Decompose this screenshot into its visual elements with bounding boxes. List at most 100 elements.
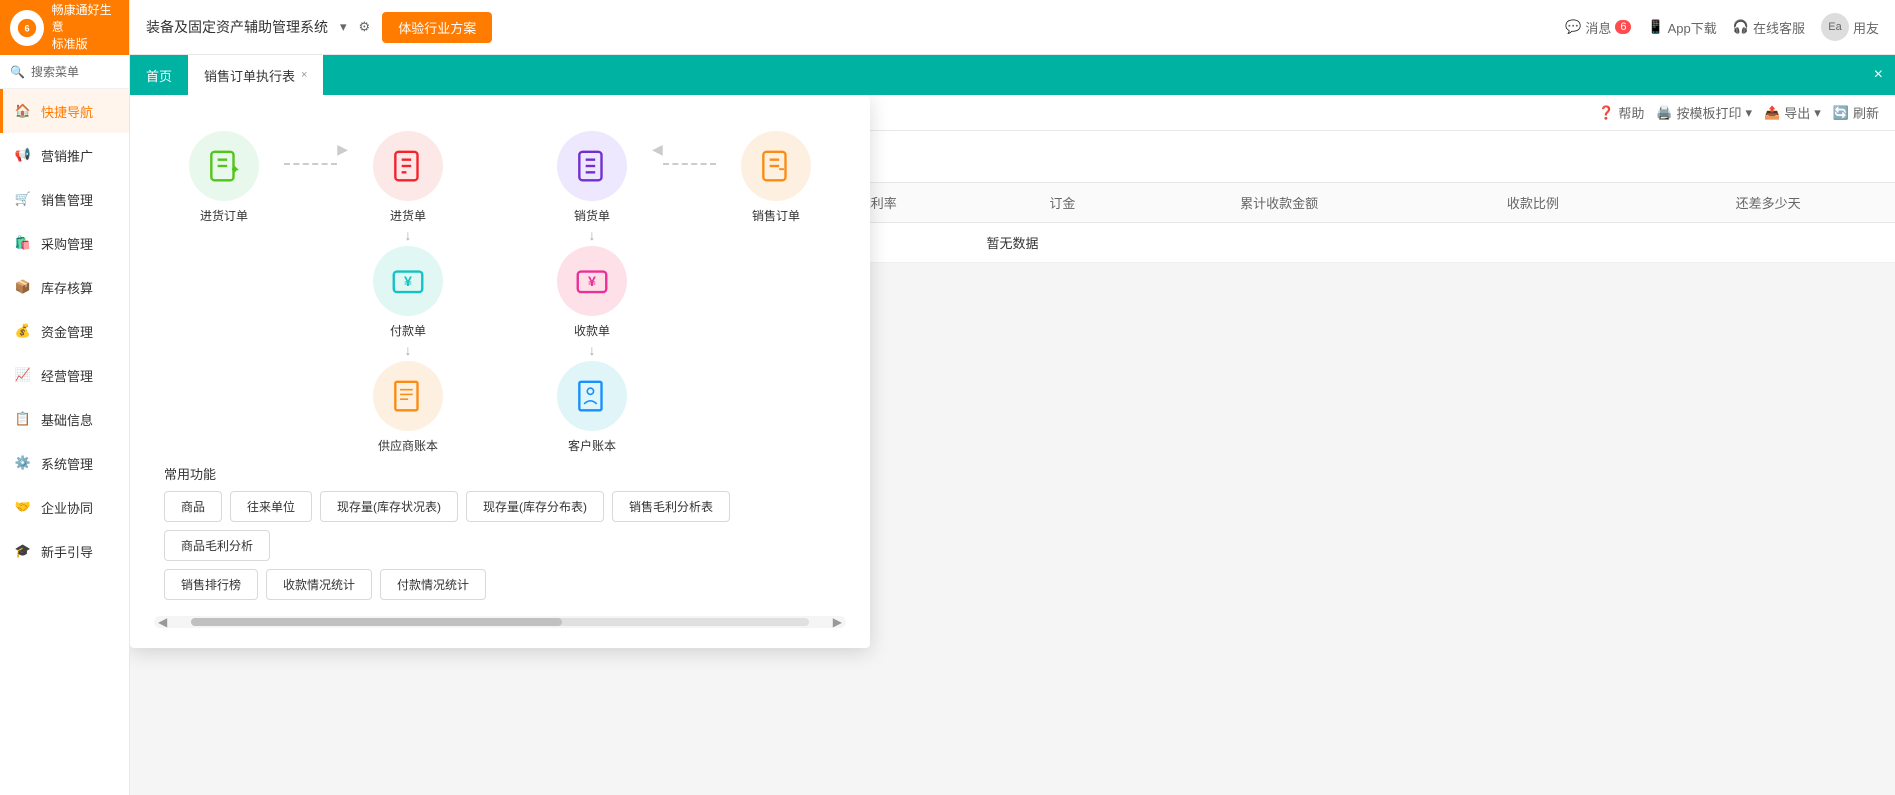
- flow-node-customer-ledger[interactable]: 客户账本: [532, 361, 652, 454]
- func-btn-receipt-stats[interactable]: 收款情况统计: [266, 569, 372, 600]
- scroll-left-arrow[interactable]: ◀: [154, 615, 171, 629]
- func-btn-contacts[interactable]: 往来单位: [230, 491, 312, 522]
- sales-order-circle: [741, 131, 811, 201]
- download-icon: 📱: [1647, 19, 1663, 35]
- sidebar-item-marketing[interactable]: 📢 营销推广: [0, 133, 129, 177]
- online-service-btn[interactable]: 🎧 在线客服: [1733, 18, 1805, 37]
- header-actions: 💬 消息 6 📱 App下载 🎧 在线客服 Ea 用友: [1565, 13, 1879, 41]
- function-buttons-row2: 销售排行榜 收款情况统计 付款情况统计: [164, 569, 836, 600]
- dropdown-arrow-icon: ▾: [340, 19, 347, 35]
- svg-text:6: 6: [24, 23, 29, 33]
- func-btn-sales-rank[interactable]: 销售排行榜: [164, 569, 258, 600]
- func-btn-sales-profit[interactable]: 销售毛利分析表: [612, 491, 730, 522]
- receipt-label: 收款单: [574, 322, 610, 339]
- flow-node-receipt[interactable]: ¥ 收款单: [532, 246, 652, 339]
- col-days-remaining: 还差多少天: [1641, 183, 1895, 223]
- function-buttons: 商品 往来单位 现存量(库存状况表) 现存量(库存分布表) 销售毛利分析表 商品…: [164, 491, 836, 561]
- col-deposit: 订金: [991, 183, 1134, 223]
- svg-text:¥: ¥: [404, 274, 412, 290]
- supplier-ledger-label: 供应商账本: [378, 437, 438, 454]
- sales-icon: 🛒: [13, 189, 33, 209]
- sidebar-item-inventory[interactable]: 📦 库存核算: [0, 265, 129, 309]
- help-icon: ❓: [1598, 105, 1614, 121]
- flow-node-purchase-bill[interactable]: 进货单: [348, 131, 468, 224]
- tab-sales-order[interactable]: 销售订单执行表 ×: [188, 55, 323, 95]
- customer-ledger-label: 客户账本: [568, 437, 616, 454]
- sidebar-item-guide[interactable]: 🎓 新手引导: [0, 529, 129, 573]
- tab-close-icon[interactable]: ×: [301, 69, 307, 81]
- guide-icon: 🎓: [13, 541, 33, 561]
- quick-nav-popup: 进货订单 ▶ 进货单: [130, 95, 870, 648]
- common-functions: 常用功能 商品 往来单位 现存量(库存状况表) 现存量(库存分布表) 销售毛利分…: [154, 454, 846, 600]
- down-arrow-sales: ↓: [589, 228, 596, 242]
- func-btn-payment-stats[interactable]: 付款情况统计: [380, 569, 486, 600]
- purchase-bill-label: 进货单: [390, 207, 426, 224]
- flow-row-1: 进货订单 ▶ 进货单: [164, 131, 836, 224]
- common-functions-title: 常用功能: [164, 464, 836, 483]
- payment-circle: ¥: [373, 246, 443, 316]
- popup-scrollbar[interactable]: ◀ ▶: [154, 616, 846, 628]
- down-arrow-purchase: ↓: [405, 228, 412, 242]
- purchase-order-circle: [189, 131, 259, 201]
- func-btn-stock-dist[interactable]: 现存量(库存分布表): [466, 491, 604, 522]
- system-dropdown[interactable]: ▾: [340, 19, 347, 35]
- sidebar-item-operations[interactable]: 📈 经营管理: [0, 353, 129, 397]
- message-btn[interactable]: 💬 消息 6: [1565, 18, 1631, 37]
- app-download-btn[interactable]: 📱 App下载: [1647, 18, 1716, 37]
- top-header: 装备及固定资产辅助管理系统 ▾ ⚙ 体验行业方案 💬 消息 6 📱 App下载 …: [130, 0, 1895, 55]
- sales-bill-circle: [557, 131, 627, 201]
- flow-node-purchase-order[interactable]: 进货订单: [164, 131, 284, 224]
- flow-node-sales-bill[interactable]: 销货单: [532, 131, 652, 224]
- refresh-btn[interactable]: 🔄 刷新: [1833, 103, 1879, 122]
- sidebar-item-enterprise[interactable]: 🤝 企业协同: [0, 485, 129, 529]
- func-btn-goods[interactable]: 商品: [164, 491, 222, 522]
- scrollbar-track: [191, 618, 809, 626]
- help-btn[interactable]: ❓ 帮助: [1598, 103, 1644, 122]
- func-btn-goods-profit[interactable]: 商品毛利分析: [164, 530, 270, 561]
- flow-row-5: 供应商账本 客户账本: [164, 361, 836, 454]
- func-btn-stock-status[interactable]: 现存量(库存状况表): [320, 491, 458, 522]
- purchase-bill-circle: [373, 131, 443, 201]
- sidebar-item-finance[interactable]: 💰 资金管理: [0, 309, 129, 353]
- flow-section: 进货订单 ▶ 进货单: [154, 115, 846, 454]
- receipt-circle: ¥: [557, 246, 627, 316]
- user-btn[interactable]: Ea 用友: [1821, 13, 1879, 41]
- system-icon: ⚙️: [13, 453, 33, 473]
- flow-node-sales-order[interactable]: 销售订单: [716, 131, 836, 224]
- sidebar-item-base-info[interactable]: 📋 基础信息: [0, 397, 129, 441]
- sidebar-item-system[interactable]: ⚙️ 系统管理: [0, 441, 129, 485]
- search-icon: 🔍: [10, 65, 25, 79]
- marketing-icon: 📢: [13, 145, 33, 165]
- tab-home[interactable]: 首页: [130, 55, 188, 95]
- sidebar-item-purchase[interactable]: 🛍️ 采购管理: [0, 221, 129, 265]
- home-icon: 🏠: [13, 101, 33, 121]
- print-icon: 🖨️: [1656, 105, 1672, 121]
- down-arrow-receipt: ↓: [589, 343, 596, 357]
- tab-bar: 首页 销售订单执行表 × ×: [130, 55, 1895, 95]
- tab-bar-close-btn[interactable]: ×: [1862, 66, 1895, 84]
- online-service-label: 在线客服: [1753, 18, 1805, 37]
- scroll-right-arrow[interactable]: ▶: [829, 615, 846, 629]
- refresh-icon: 🔄: [1833, 105, 1849, 121]
- sales-order-label: 销售订单: [752, 207, 800, 224]
- enterprise-icon: 🤝: [13, 497, 33, 517]
- export-btn[interactable]: 📤 导出 ▾: [1764, 103, 1821, 122]
- template-print-btn[interactable]: 🖨️ 按模板打印 ▾: [1656, 103, 1752, 122]
- sidebar-item-sales[interactable]: 🛒 销售管理: [0, 177, 129, 221]
- logo-icon: 6: [10, 10, 44, 46]
- headset-icon: 🎧: [1733, 19, 1749, 35]
- app-download-label: App下载: [1668, 18, 1717, 37]
- sidebar: 6 畅康通好生意 标准版 🔍 搜索菜单 🏠 快捷导航 📢 营销推广 🛒 销售管理: [0, 0, 130, 795]
- customer-ledger-circle: [557, 361, 627, 431]
- search-menu[interactable]: 🔍 搜索菜单: [0, 55, 129, 89]
- settings-button[interactable]: ⚙: [359, 19, 371, 35]
- refresh-label: 刷新: [1853, 103, 1879, 122]
- template-print-label: 按模板打印: [1677, 103, 1742, 122]
- sidebar-item-quick-nav[interactable]: 🏠 快捷导航: [0, 89, 129, 133]
- print-dropdown-icon: ▾: [1746, 105, 1753, 121]
- flow-node-supplier-ledger[interactable]: 供应商账本: [348, 361, 468, 454]
- flow-node-payment[interactable]: ¥ 付款单: [348, 246, 468, 339]
- sales-bill-label: 销货单: [574, 207, 610, 224]
- experience-btn[interactable]: 体验行业方案: [382, 12, 492, 43]
- message-label: 消息: [1585, 18, 1611, 37]
